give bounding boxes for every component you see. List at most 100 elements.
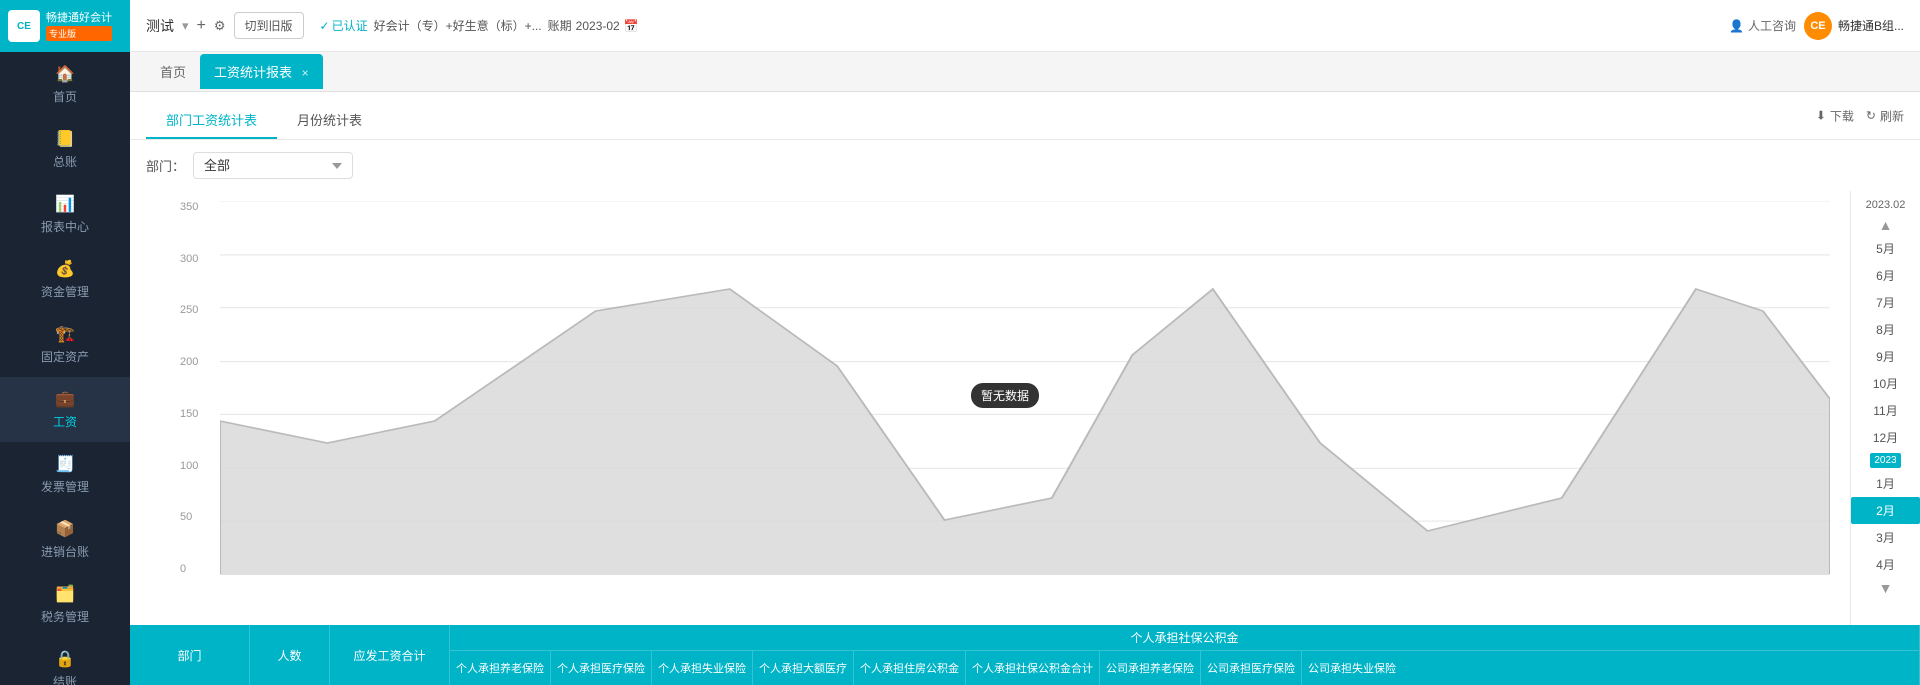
th-unemployment-company: 公司承担失业保险: [1302, 651, 1402, 685]
assistant-icon: 👤: [1729, 19, 1744, 33]
date-month-11[interactable]: 11月: [1851, 397, 1920, 424]
logo-badge: 专业版: [46, 26, 112, 41]
sidebar-item-label: 报表中心: [41, 218, 89, 235]
th-social-total-personal: 个人承担社保公积金合计: [966, 651, 1100, 685]
logo-text-block: 畅捷通好会计 专业版: [46, 11, 112, 40]
reports-icon: 📊: [55, 194, 75, 214]
date-month-3[interactable]: 3月: [1851, 524, 1920, 551]
date-month-6[interactable]: 6月: [1851, 262, 1920, 289]
date-month-12[interactable]: 12月: [1851, 424, 1920, 451]
date-month-10[interactable]: 10月: [1851, 370, 1920, 397]
chart-main: 0 50 100 150 200 250 300 350: [130, 191, 1850, 625]
th-unemployment-personal: 个人承担失业保险: [652, 651, 753, 685]
main-area: 测试 ▾ + ⚙ 切到旧版 ✓ 已认证 好会计（专）+好生意（标）+... 账期…: [130, 0, 1920, 685]
sidebar-item-ledger[interactable]: 📒 总账: [0, 117, 130, 182]
download-icon: ⬇: [1816, 109, 1826, 123]
sidebar-item-salary[interactable]: 💼 工资: [0, 377, 130, 442]
sidebar-item-label: 总账: [53, 153, 77, 170]
chart-svg: [220, 201, 1830, 575]
tab-close-icon[interactable]: ×: [302, 66, 309, 80]
chart-x-axis: [220, 574, 1830, 575]
period-info: 账期 2023-02 📅: [548, 17, 639, 34]
date-panel: 2023.02 ▲ 5月 6月 7月 8月 9月 10月 11月 12月 202…: [1850, 191, 1920, 625]
subtab-dept[interactable]: 部门工资统计表: [146, 102, 277, 139]
th-personal-group: 个人承担社保公积金 个人承担养老保险 个人承担医疗保险 个人承担失业保险 个人承…: [450, 625, 1920, 685]
date-nav-up[interactable]: ▲: [1877, 215, 1895, 235]
sidebar-item-invoices[interactable]: 🧾 发票管理: [0, 442, 130, 507]
dept-filter-label: 部门：: [146, 156, 185, 175]
th-medical-company: 公司承担医疗保险: [1201, 651, 1302, 685]
ledger-icon: 📒: [55, 129, 75, 149]
assistant-btn[interactable]: 👤 人工咨询: [1729, 17, 1796, 34]
y-label-50: 50: [180, 511, 220, 523]
dept-filter-select[interactable]: 全部 研发部 销售部 财务部 行政部: [193, 152, 353, 179]
sidebar-item-inventory[interactable]: 📦 进销台账: [0, 507, 130, 572]
switch-to-old-btn[interactable]: 切到旧版: [234, 12, 304, 39]
download-btn[interactable]: ⬇ 下载: [1816, 107, 1854, 124]
tax-icon: 🗂️: [55, 584, 75, 604]
y-label-350: 350: [180, 201, 220, 213]
tab-home[interactable]: 首页: [146, 54, 200, 89]
date-panel-year-label[interactable]: 2023.02: [1860, 195, 1912, 215]
th-personal-group-header: 个人承担社保公积金: [450, 625, 1919, 651]
topbar-add-btn[interactable]: +: [197, 17, 206, 35]
avatar: CE: [1804, 12, 1832, 40]
date-month-9[interactable]: 9月: [1851, 343, 1920, 370]
sidebar-item-tax[interactable]: 🗂️ 税务管理: [0, 572, 130, 637]
th-count: 人数: [250, 625, 330, 685]
funds-icon: 💰: [55, 259, 75, 279]
y-label-200: 200: [180, 356, 220, 368]
subtab-monthly[interactable]: 月份统计表: [277, 102, 382, 139]
sidebar-item-label: 首页: [53, 88, 77, 105]
chart-y-axis: 0 50 100 150 200 250 300 350: [180, 201, 220, 575]
inventory-icon: 📦: [55, 519, 75, 539]
date-month-5[interactable]: 5月: [1851, 235, 1920, 262]
calendar-icon[interactable]: 📅: [624, 19, 639, 33]
refresh-btn[interactable]: ↻ 刷新: [1866, 107, 1904, 124]
sidebar-nav: 🏠 首页 📒 总账 📊 报表中心 💰 资金管理 🏗️ 固定资产 💼 工资 🧾 发…: [0, 52, 130, 685]
assets-icon: 🏗️: [55, 324, 75, 344]
sidebar-item-closing[interactable]: 🔒 结账: [0, 637, 130, 685]
tabbar: 首页 工资统计报表 ×: [130, 52, 1920, 92]
certified-status: ✓ 已认证: [320, 17, 368, 34]
refresh-icon: ↻: [1866, 109, 1876, 123]
th-pension-personal: 个人承担养老保险: [450, 651, 551, 685]
date-month-8[interactable]: 8月: [1851, 316, 1920, 343]
logo-icon: CE: [8, 10, 40, 42]
sidebar-item-funds[interactable]: 💰 资金管理: [0, 247, 130, 312]
y-label-300: 300: [180, 253, 220, 265]
date-month-4[interactable]: 4月: [1851, 551, 1920, 578]
logo-name: 畅捷通好会计: [46, 11, 112, 25]
topbar: 测试 ▾ + ⚙ 切到旧版 ✓ 已认证 好会计（专）+好生意（标）+... 账期…: [130, 0, 1920, 52]
sidebar-item-label: 资金管理: [41, 283, 89, 300]
th-pension-company: 公司承担养老保险: [1100, 651, 1201, 685]
topbar-dropdown-icon[interactable]: ▾: [182, 18, 189, 34]
date-month-1[interactable]: 1月: [1851, 470, 1920, 497]
subtab-actions: ⬇ 下载 ↻ 刷新: [1816, 107, 1904, 124]
sidebar-logo: CE 畅捷通好会计 专业版: [0, 0, 130, 52]
tab-salary-report[interactable]: 工资统计报表 ×: [200, 54, 323, 89]
th-total-salary: 应发工资合计: [330, 625, 450, 685]
user-menu[interactable]: CE 畅捷通B组...: [1804, 12, 1904, 40]
content-area: 部门工资统计表 月份统计表 ⬇ 下载 ↻ 刷新 部门： 全部 研发部: [130, 92, 1920, 685]
sidebar-item-reports[interactable]: 📊 报表中心: [0, 182, 130, 247]
sidebar-item-assets[interactable]: 🏗️ 固定资产: [0, 312, 130, 377]
sidebar-item-label: 工资: [53, 413, 77, 430]
salary-icon: 💼: [55, 389, 75, 409]
topbar-status: ✓ 已认证 好会计（专）+好生意（标）+... 账期 2023-02 📅: [320, 17, 639, 34]
date-nav-down[interactable]: ▼: [1877, 578, 1895, 598]
th-personal-group-cells: 个人承担养老保险 个人承担医疗保险 个人承担失业保险 个人承担大额医疗 个人承担…: [450, 651, 1919, 685]
date-year-badge[interactable]: 2023: [1870, 453, 1900, 468]
chart-area: [220, 289, 1830, 575]
user-name: 畅捷通B组...: [1838, 17, 1904, 34]
sidebar-item-label: 税务管理: [41, 608, 89, 625]
filter-row: 部门： 全部 研发部 销售部 财务部 行政部: [130, 140, 1920, 191]
sidebar-item-home[interactable]: 🏠 首页: [0, 52, 130, 117]
th-dept: 部门: [130, 625, 250, 685]
sidebar: CE 畅捷通好会计 专业版 🏠 首页 📒 总账 📊 报表中心 💰 资金管理 🏗️…: [0, 0, 130, 685]
subtab-bar: 部门工资统计表 月份统计表 ⬇ 下载 ↻ 刷新: [130, 92, 1920, 140]
date-month-7[interactable]: 7月: [1851, 289, 1920, 316]
topbar-settings-btn[interactable]: ⚙: [214, 18, 226, 34]
date-month-2-active[interactable]: 2月: [1851, 497, 1920, 524]
topbar-title: 测试: [146, 16, 174, 36]
